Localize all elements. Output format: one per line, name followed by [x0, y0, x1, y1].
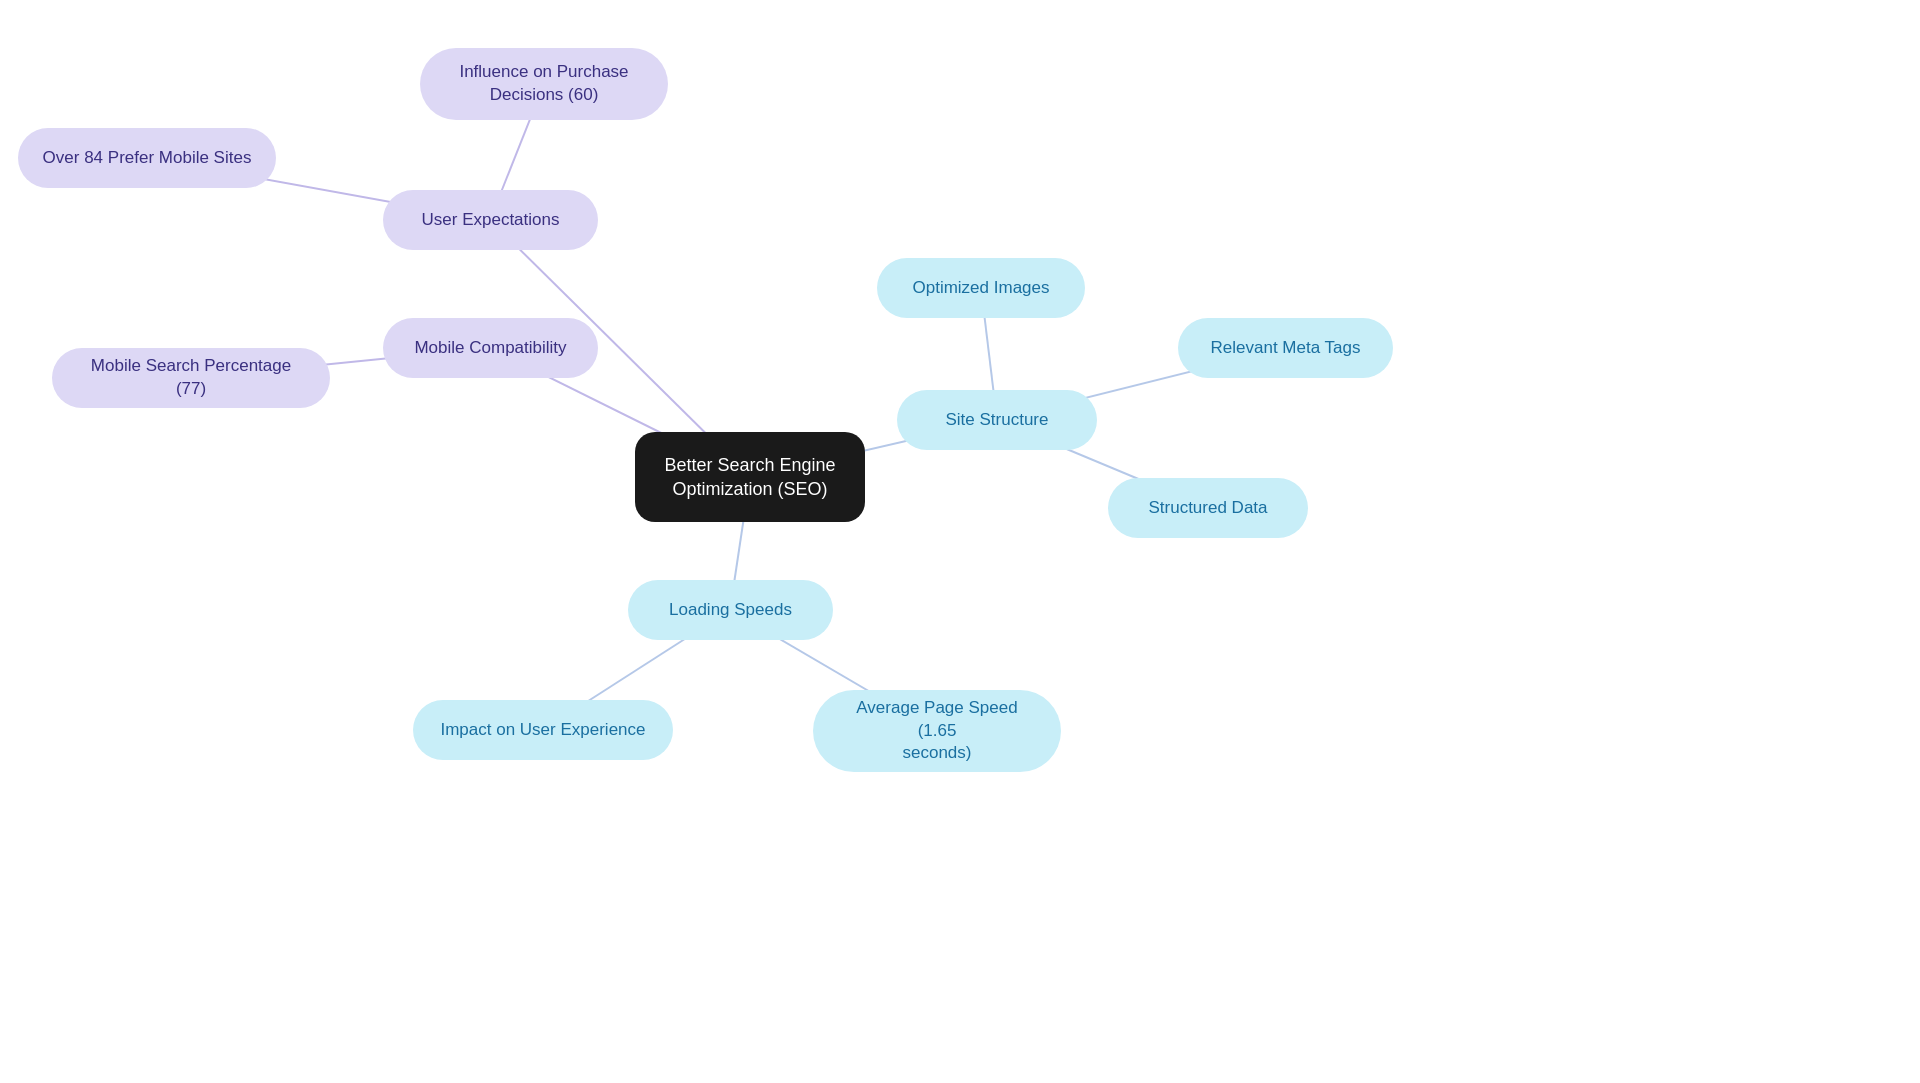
loading-speeds-label: Loading Speeds: [669, 599, 792, 622]
influence-label: Influence on Purchase Decisions (60): [459, 61, 628, 107]
mobile-compat-label: Mobile Compatibility: [414, 337, 566, 360]
optimized-images-label: Optimized Images: [913, 277, 1050, 300]
node-site-structure: Site Structure: [897, 390, 1097, 450]
node-mobile-search: Mobile Search Percentage (77): [52, 348, 330, 408]
node-mobile-compat: Mobile Compatibility: [383, 318, 598, 378]
node-influence: Influence on Purchase Decisions (60): [420, 48, 668, 120]
site-structure-label: Site Structure: [946, 409, 1049, 432]
center-label: Better Search Engine Optimization (SEO): [664, 453, 835, 502]
structured-data-label: Structured Data: [1148, 497, 1267, 520]
node-loading-speeds: Loading Speeds: [628, 580, 833, 640]
node-relevant-meta: Relevant Meta Tags: [1178, 318, 1393, 378]
relevant-meta-label: Relevant Meta Tags: [1211, 337, 1361, 360]
user-expectations-label: User Expectations: [422, 209, 560, 232]
node-impact-ux: Impact on User Experience: [413, 700, 673, 760]
node-optimized-images: Optimized Images: [877, 258, 1085, 318]
node-avg-page-speed: Average Page Speed (1.65 seconds): [813, 690, 1061, 772]
avg-page-speed-label: Average Page Speed (1.65 seconds): [835, 697, 1039, 766]
node-structured-data: Structured Data: [1108, 478, 1308, 538]
center-node: Better Search Engine Optimization (SEO): [635, 432, 865, 522]
mobile-search-label: Mobile Search Percentage (77): [74, 355, 308, 401]
over84-label: Over 84 Prefer Mobile Sites: [43, 147, 252, 170]
impact-ux-label: Impact on User Experience: [440, 719, 645, 742]
node-over84: Over 84 Prefer Mobile Sites: [18, 128, 276, 188]
node-user-expectations: User Expectations: [383, 190, 598, 250]
